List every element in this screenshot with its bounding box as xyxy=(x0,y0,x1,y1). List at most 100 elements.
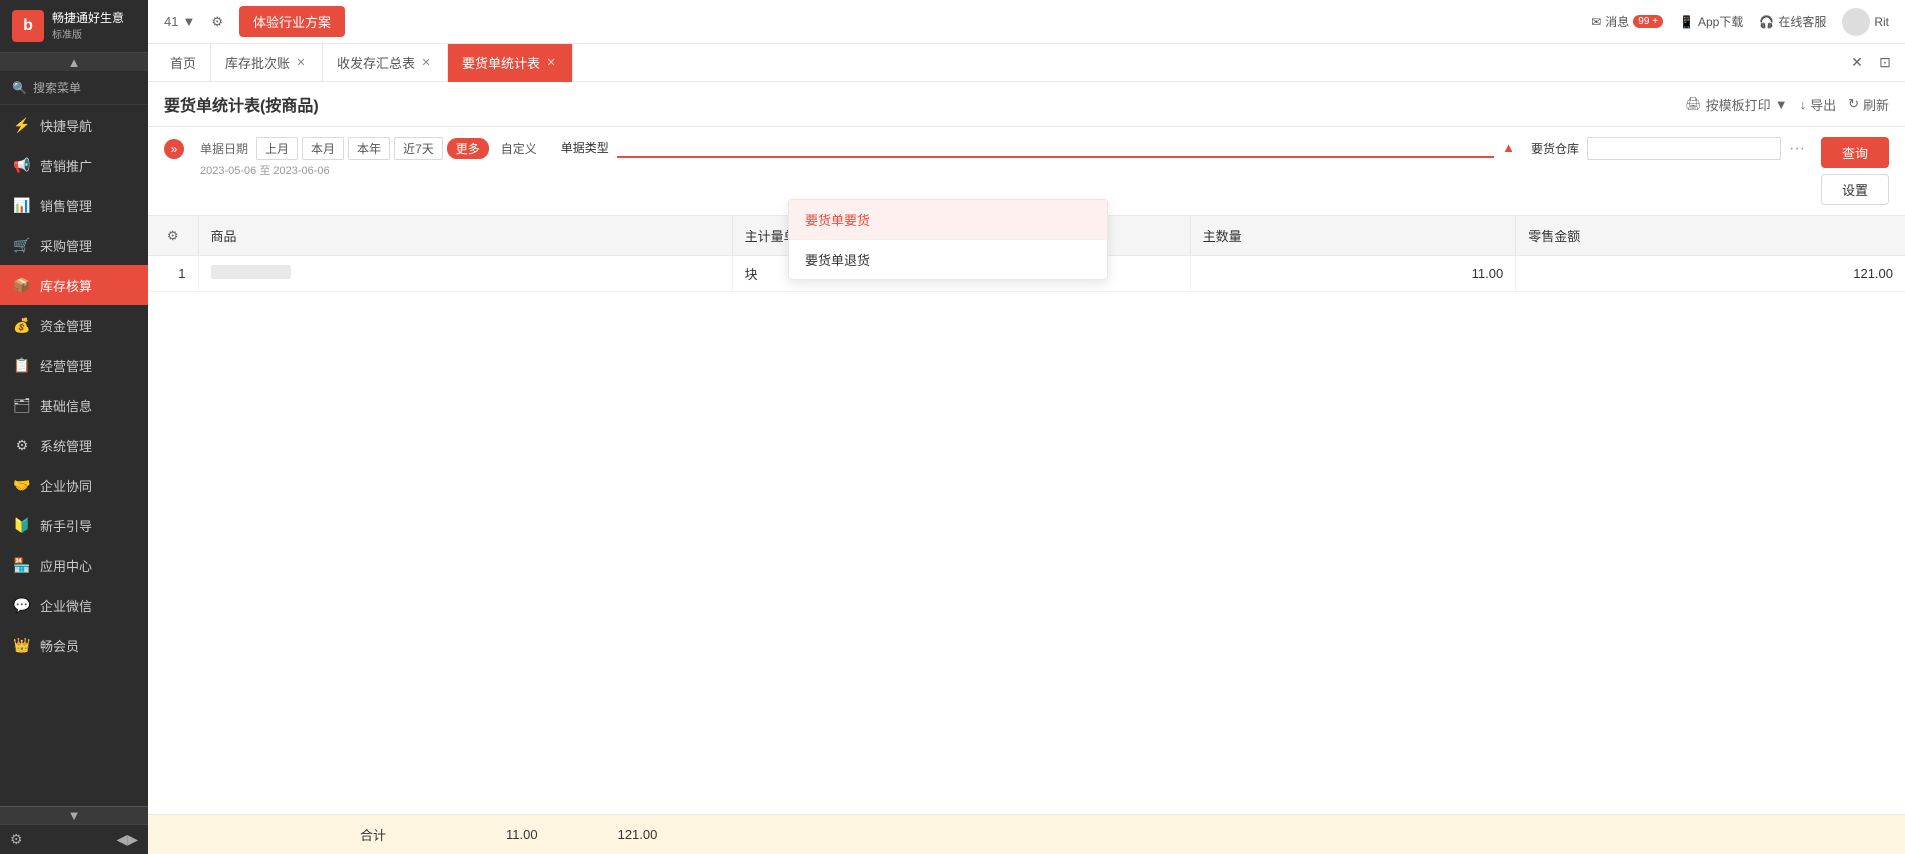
date-label: 单据日期 xyxy=(200,140,248,157)
date-btn-last-month[interactable]: 上月 xyxy=(256,137,298,160)
sidebar-collapse-icon[interactable]: ◀▶ xyxy=(116,831,138,848)
type-dropdown: 要货单要货 要货单退货 xyxy=(788,199,1108,280)
sidebar-item-wechat[interactable]: 💬 企业微信 xyxy=(0,585,148,625)
refresh-btn[interactable]: ↻ 刷新 xyxy=(1848,95,1889,114)
filter-date-group: 单据日期 上月 本月 本年 近7天 更多 自定义 2023-05-06 至 20… xyxy=(200,137,545,178)
tab-home[interactable]: 首页 xyxy=(156,44,211,82)
sidebar-item-enterprise[interactable]: 🤝 企业协同 xyxy=(0,465,148,505)
warehouse-input[interactable] xyxy=(1587,137,1781,160)
row-no: 1 xyxy=(148,256,198,292)
type-input[interactable] xyxy=(617,137,1494,158)
header-settings-icon[interactable]: ⚙ xyxy=(211,14,223,30)
sidebar-item-marketing[interactable]: 📢 营销推广 xyxy=(0,145,148,185)
date-btn-this-year[interactable]: 本年 xyxy=(348,137,390,160)
sidebar-item-appstore[interactable]: 🏪 应用中心 xyxy=(0,545,148,585)
sidebar-item-basic[interactable]: 🗂 基础信息 xyxy=(0,385,148,425)
wechat-icon: 💬 xyxy=(12,595,32,615)
sidebar-bottom-bar: ⚙ ◀▶ xyxy=(0,824,148,854)
filter-more-btn[interactable]: ··· xyxy=(1789,140,1805,158)
tab-bar-actions: ✕ ⊡ xyxy=(1845,51,1897,75)
sidebar-item-guide[interactable]: 🔰 新手引导 xyxy=(0,505,148,545)
col-header-quantity: 主数量 xyxy=(1190,216,1516,256)
search-icon: 🔍 xyxy=(12,81,27,95)
col-header-settings: ⚙ xyxy=(148,216,198,256)
sidebar-item-operations[interactable]: 📋 经营管理 xyxy=(0,345,148,385)
quick-nav-icon: ⚡ xyxy=(12,115,32,135)
date-btn-this-month[interactable]: 本月 xyxy=(302,137,344,160)
avatar xyxy=(1842,8,1870,36)
trial-btn[interactable]: 体验行业方案 xyxy=(239,6,345,37)
tab-inventory-batch-close[interactable]: ✕ xyxy=(294,56,308,70)
store-name: 41 xyxy=(164,14,178,29)
filter-expand-btn[interactable]: » xyxy=(164,139,184,159)
filter-bar: » 单据日期 上月 本月 本年 近7天 更多 自定义 2023-05-06 至 … xyxy=(148,127,1905,216)
tab-order-stats-close[interactable]: ✕ xyxy=(544,56,558,70)
footer-label: 合计 xyxy=(360,825,386,844)
footer-amount: 121.00 xyxy=(618,827,658,842)
search-menu[interactable]: 🔍 搜索菜单 xyxy=(0,71,148,105)
logo-name: 畅捷通好生意 xyxy=(52,11,124,27)
date-btn-7days[interactable]: 近7天 xyxy=(394,137,443,160)
tab-order-stats-label: 要货单统计表 xyxy=(462,53,540,72)
sidebar: b 畅捷通好生意 标准版 ▲ 🔍 搜索菜单 ⚡ 快捷导航 📢 营销推广 📊 销售… xyxy=(0,0,148,854)
print-icon: 🖨 xyxy=(1685,96,1702,112)
filter-type-row: 单据类型 ▲ xyxy=(561,137,1515,158)
tab-inventory-batch[interactable]: 库存批次账 ✕ xyxy=(211,44,323,82)
print-label: 按模板打印 xyxy=(1706,95,1771,114)
footer-quantity: 11.00 xyxy=(506,827,538,842)
sidebar-nav: ⚡ 快捷导航 📢 营销推广 📊 销售管理 🛒 采购管理 📦 库存核算 💰 资金管… xyxy=(0,105,148,806)
tab-stock-summary[interactable]: 收发存汇总表 ✕ xyxy=(323,44,448,82)
sidebar-item-member[interactable]: 👑 畅会员 xyxy=(0,625,148,665)
export-btn[interactable]: ↓ 导出 xyxy=(1800,95,1837,114)
top-header: 41 ▼ ⚙ 体验行业方案 ✉ 消息 99 + 📱 App下载 🎧 在线客服 R… xyxy=(148,0,1905,44)
sidebar-item-inventory[interactable]: 📦 库存核算 xyxy=(0,265,148,305)
product-placeholder xyxy=(211,265,291,279)
tab-stock-summary-close[interactable]: ✕ xyxy=(419,56,433,70)
print-dropdown-icon: ▼ xyxy=(1775,97,1788,112)
sidebar-item-sales[interactable]: 📊 销售管理 xyxy=(0,185,148,225)
type-dropdown-toggle[interactable]: ▲ xyxy=(1502,140,1515,155)
store-selector[interactable]: 41 ▼ xyxy=(164,14,195,29)
date-btn-custom[interactable]: 自定义 xyxy=(493,138,545,159)
refresh-icon: ↻ xyxy=(1848,96,1859,112)
export-icon: ↓ xyxy=(1800,97,1807,112)
sidebar-item-finance[interactable]: 💰 资金管理 xyxy=(0,305,148,345)
row-product xyxy=(198,256,732,292)
col-header-amount: 零售金额 xyxy=(1516,216,1905,256)
basic-icon: 🗂 xyxy=(12,395,32,415)
settings-btn[interactable]: 设置 xyxy=(1821,174,1889,205)
dropdown-item-yaohuo-tuihuo[interactable]: 要货单退货 xyxy=(789,240,1107,279)
notification-btn[interactable]: ✉ 消息 99 + xyxy=(1591,13,1663,30)
app-download-btn[interactable]: 📱 App下载 xyxy=(1679,13,1743,30)
download-icon: 📱 xyxy=(1679,15,1694,29)
dropdown-item-yaohuo-yaohuo[interactable]: 要货单要货 xyxy=(789,200,1107,239)
tab-inventory-batch-label: 库存批次账 xyxy=(225,53,290,72)
sidebar-item-system[interactable]: ⚙ 系统管理 xyxy=(0,425,148,465)
sidebar-item-quick-nav[interactable]: ⚡ 快捷导航 xyxy=(0,105,148,145)
tab-order-stats[interactable]: 要货单统计表 ✕ xyxy=(448,44,573,82)
sidebar-item-purchase[interactable]: 🛒 采购管理 xyxy=(0,225,148,265)
page-title: 要货单统计表(按商品) xyxy=(164,92,319,116)
print-btn[interactable]: 🖨 按模板打印 ▼ xyxy=(1685,95,1787,114)
filter-type-group: 单据类型 ▲ xyxy=(561,137,1515,158)
sidebar-settings-icon[interactable]: ⚙ xyxy=(10,831,23,848)
table-area: ⚙ 商品 主计量单位 主数量 零售金额 1 块 xyxy=(148,216,1905,814)
page-header: 要货单统计表(按商品) 🖨 按模板打印 ▼ ↓ 导出 ↻ 刷新 xyxy=(148,82,1905,127)
sidebar-scroll-up[interactable]: ▲ xyxy=(0,53,148,71)
date-btn-more[interactable]: 更多 xyxy=(447,138,489,159)
tab-expand-btn[interactable]: ⊡ xyxy=(1873,51,1897,75)
table-footer: 合计 11.00 121.00 xyxy=(148,814,1905,854)
sidebar-scroll-down[interactable]: ▼ xyxy=(0,806,148,824)
query-btn[interactable]: 查询 xyxy=(1821,137,1889,168)
main-content: 41 ▼ ⚙ 体验行业方案 ✉ 消息 99 + 📱 App下载 🎧 在线客服 R… xyxy=(148,0,1905,854)
logo-icon: b xyxy=(12,10,44,42)
online-service-btn[interactable]: 🎧 在线客服 xyxy=(1759,13,1826,30)
notification-badge: 99 + xyxy=(1633,15,1663,28)
tab-close-all-btn[interactable]: ✕ xyxy=(1845,51,1869,75)
date-range-text: 2023-05-06 至 2023-06-06 xyxy=(200,162,545,178)
table-settings-icon[interactable]: ⚙ xyxy=(167,228,179,243)
operations-icon: 📋 xyxy=(12,355,32,375)
user-profile[interactable]: Rit xyxy=(1842,8,1889,36)
notification-icon: ✉ xyxy=(1591,15,1601,29)
purchase-icon: 🛒 xyxy=(12,235,32,255)
